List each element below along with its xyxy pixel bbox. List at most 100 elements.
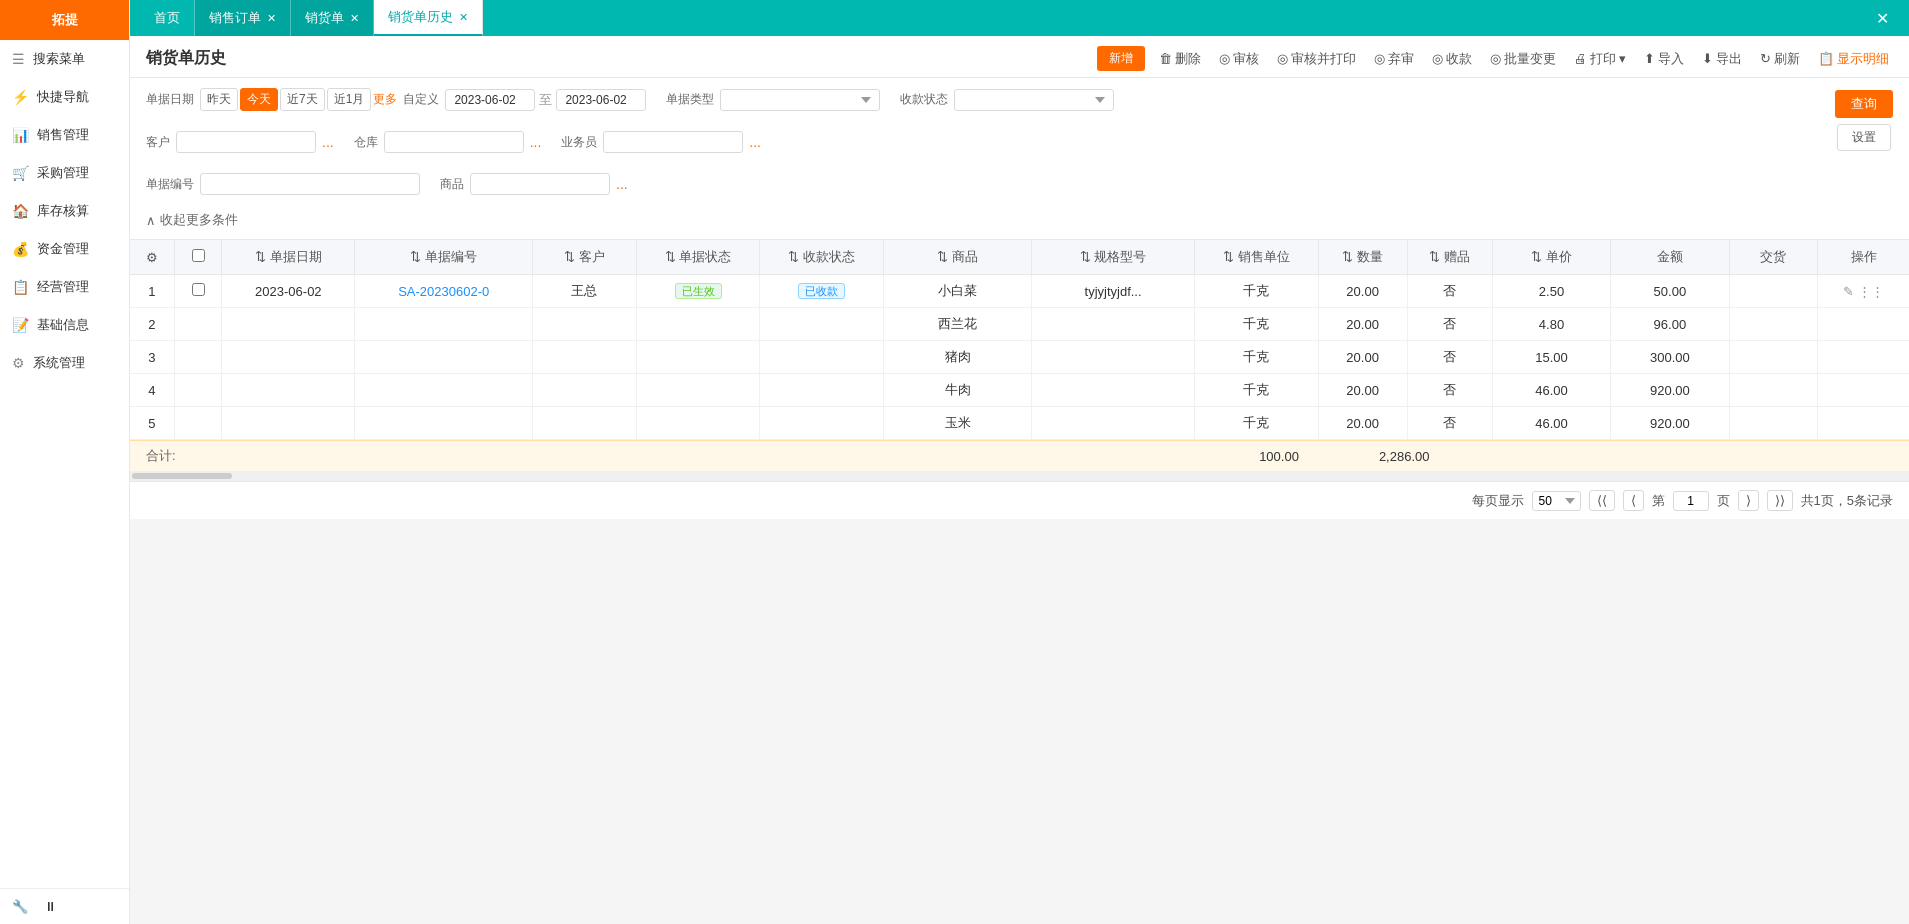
table-row: 1 2023-06-02 SA-20230602-0 王总 已生效 已收款 小白…	[130, 275, 1909, 308]
warehouse-input[interactable]	[384, 131, 524, 153]
client-label: 客户	[146, 134, 170, 151]
row-qty: 20.00	[1318, 407, 1407, 440]
next-page-button[interactable]: ⟩	[1738, 490, 1759, 511]
th-price[interactable]: ⇅ 单价	[1492, 240, 1610, 275]
select-all-checkbox[interactable]	[192, 249, 205, 262]
row-paystatus	[760, 308, 884, 341]
collapse-filter-button[interactable]: ∧ 收起更多条件	[146, 211, 1893, 229]
query-button[interactable]: 查询	[1835, 90, 1893, 118]
sidebar-item-search-menu[interactable]: ☰ 搜索菜单	[0, 40, 129, 78]
row-goods: 西兰花	[884, 308, 1032, 341]
close-all-tabs-button[interactable]: ✕	[1866, 9, 1899, 28]
row-checkbox-cell	[174, 308, 221, 341]
sidebar-item-purchase-mgmt[interactable]: 🛒 采购管理	[0, 154, 129, 192]
export-button[interactable]: ⬇ 导出	[1698, 48, 1746, 70]
scroll-thumb[interactable]	[132, 473, 232, 479]
import-button[interactable]: ⬆ 导入	[1640, 48, 1688, 70]
salesperson-input[interactable]	[603, 131, 743, 153]
1month-btn[interactable]: 近1月	[327, 88, 372, 111]
row-gift: 否	[1407, 308, 1492, 341]
7days-btn[interactable]: 近7天	[280, 88, 325, 111]
per-page-select[interactable]: 50 100	[1532, 491, 1581, 511]
print-button[interactable]: 🖨 打印 ▾	[1570, 48, 1630, 70]
doctype-select[interactable]	[720, 89, 880, 111]
quick-nav-icon: ⚡	[12, 89, 29, 105]
collect-button[interactable]: ◎ 收款	[1428, 48, 1476, 70]
tab-close-icon[interactable]: ✕	[350, 12, 359, 25]
custom-date-link[interactable]: 自定义	[403, 91, 439, 108]
salesperson-picker-icon[interactable]: ...	[749, 134, 761, 150]
edit-icon[interactable]: ✎	[1843, 284, 1854, 299]
more-action-icon[interactable]: ⋮⋮	[1858, 284, 1884, 299]
first-page-button[interactable]: ⟨⟨	[1589, 490, 1615, 511]
main-area: 首页 销售订单 ✕ 销货单 ✕ 销货单历史 ✕ ✕ 销货单历史 新增 🗑 删除	[130, 0, 1909, 924]
sidebar-item-funds-mgmt[interactable]: 💰 资金管理	[0, 230, 129, 268]
tab-sales-history[interactable]: 销货单历史 ✕	[374, 0, 483, 36]
goods-picker-icon[interactable]: ...	[616, 176, 628, 192]
refresh-button[interactable]: ↻ 刷新	[1756, 48, 1804, 70]
sidebar-item-label: 搜索菜单	[33, 50, 85, 68]
client-input[interactable]	[176, 131, 316, 153]
tab-home[interactable]: 首页	[140, 0, 195, 36]
row-checkbox[interactable]	[192, 283, 205, 296]
more-dates-link[interactable]: 更多	[373, 91, 397, 108]
delete-button[interactable]: 🗑 删除	[1155, 48, 1205, 70]
client-picker-icon[interactable]: ...	[322, 134, 334, 150]
th-spec[interactable]: ⇅ 规格型号	[1032, 240, 1195, 275]
sidebar-settings-icon[interactable]: 🔧 ⏸	[0, 889, 129, 924]
th-client[interactable]: ⇅ 客户	[533, 240, 637, 275]
row-price: 4.80	[1492, 308, 1610, 341]
new-button[interactable]: 新增	[1097, 46, 1145, 71]
th-gift[interactable]: ⇅ 赠品	[1407, 240, 1492, 275]
funds-mgmt-icon: 💰	[12, 241, 29, 257]
th-docno[interactable]: ⇅ 单据编号	[355, 240, 533, 275]
goods-input[interactable]	[470, 173, 610, 195]
warehouse-picker-icon[interactable]: ...	[530, 134, 542, 150]
th-docstatus[interactable]: ⇅ 单据状态	[636, 240, 760, 275]
row-paystatus: 已收款	[760, 275, 884, 308]
date-filter-label: 单据日期	[146, 91, 194, 108]
tab-close-icon[interactable]: ✕	[459, 11, 468, 24]
sidebar-item-sales-mgmt[interactable]: 📊 销售管理	[0, 116, 129, 154]
table-settings-icon[interactable]: ⚙	[146, 250, 158, 265]
th-paystatus[interactable]: ⇅ 收款状态	[760, 240, 884, 275]
doc-no-link[interactable]: SA-20230602-0	[398, 284, 489, 299]
row-amount: 920.00	[1611, 407, 1729, 440]
date-from-input[interactable]	[445, 89, 535, 111]
page-number-input[interactable]	[1673, 491, 1709, 511]
sidebar-item-ops-mgmt[interactable]: 📋 经营管理	[0, 268, 129, 306]
tab-sales-goods[interactable]: 销货单 ✕	[291, 0, 374, 36]
horizontal-scrollbar[interactable]	[130, 471, 1909, 481]
prev-page-button[interactable]: ⟨	[1623, 490, 1644, 511]
th-action: 操作	[1818, 240, 1909, 275]
date-to-input[interactable]	[556, 89, 646, 111]
docno-input[interactable]	[200, 173, 420, 195]
page-label: 页	[1717, 492, 1730, 510]
th-qty[interactable]: ⇅ 数量	[1318, 240, 1407, 275]
discard-button[interactable]: ◎ 弃审	[1370, 48, 1418, 70]
th-settings[interactable]: ⚙	[130, 240, 174, 275]
table-row: 2 西兰花 千克 20.00 否 4.80 96.00	[130, 308, 1909, 341]
audit-button[interactable]: ◎ 审核	[1215, 48, 1263, 70]
tab-close-icon[interactable]: ✕	[267, 12, 276, 25]
today-btn[interactable]: 今天	[240, 88, 278, 111]
row-checkbox-cell	[174, 275, 221, 308]
th-date[interactable]: ⇅ 单据日期	[222, 240, 355, 275]
tab-sales-order[interactable]: 销售订单 ✕	[195, 0, 291, 36]
export-icon: ⬇	[1702, 51, 1713, 66]
setting-button[interactable]: 设置	[1837, 124, 1891, 151]
yesterday-btn[interactable]: 昨天	[200, 88, 238, 111]
sidebar-item-quick-nav[interactable]: ⚡ 快捷导航	[0, 78, 129, 116]
sidebar-item-sys-mgmt[interactable]: ⚙ 系统管理	[0, 344, 129, 382]
batch-change-button[interactable]: ◎ 批量变更	[1486, 48, 1560, 70]
last-page-button[interactable]: ⟩⟩	[1767, 490, 1793, 511]
show-detail-button[interactable]: 📋 显示明细	[1814, 48, 1893, 70]
row-gift: 否	[1407, 407, 1492, 440]
th-unit[interactable]: ⇅ 销售单位	[1194, 240, 1318, 275]
paystatus-select[interactable]	[954, 89, 1114, 111]
sidebar-item-inventory[interactable]: 🏠 库存核算	[0, 192, 129, 230]
row-spec	[1032, 308, 1195, 341]
audit-print-button[interactable]: ◎ 审核并打印	[1273, 48, 1360, 70]
sidebar-item-basic-info[interactable]: 📝 基础信息	[0, 306, 129, 344]
th-goods[interactable]: ⇅ 商品	[884, 240, 1032, 275]
